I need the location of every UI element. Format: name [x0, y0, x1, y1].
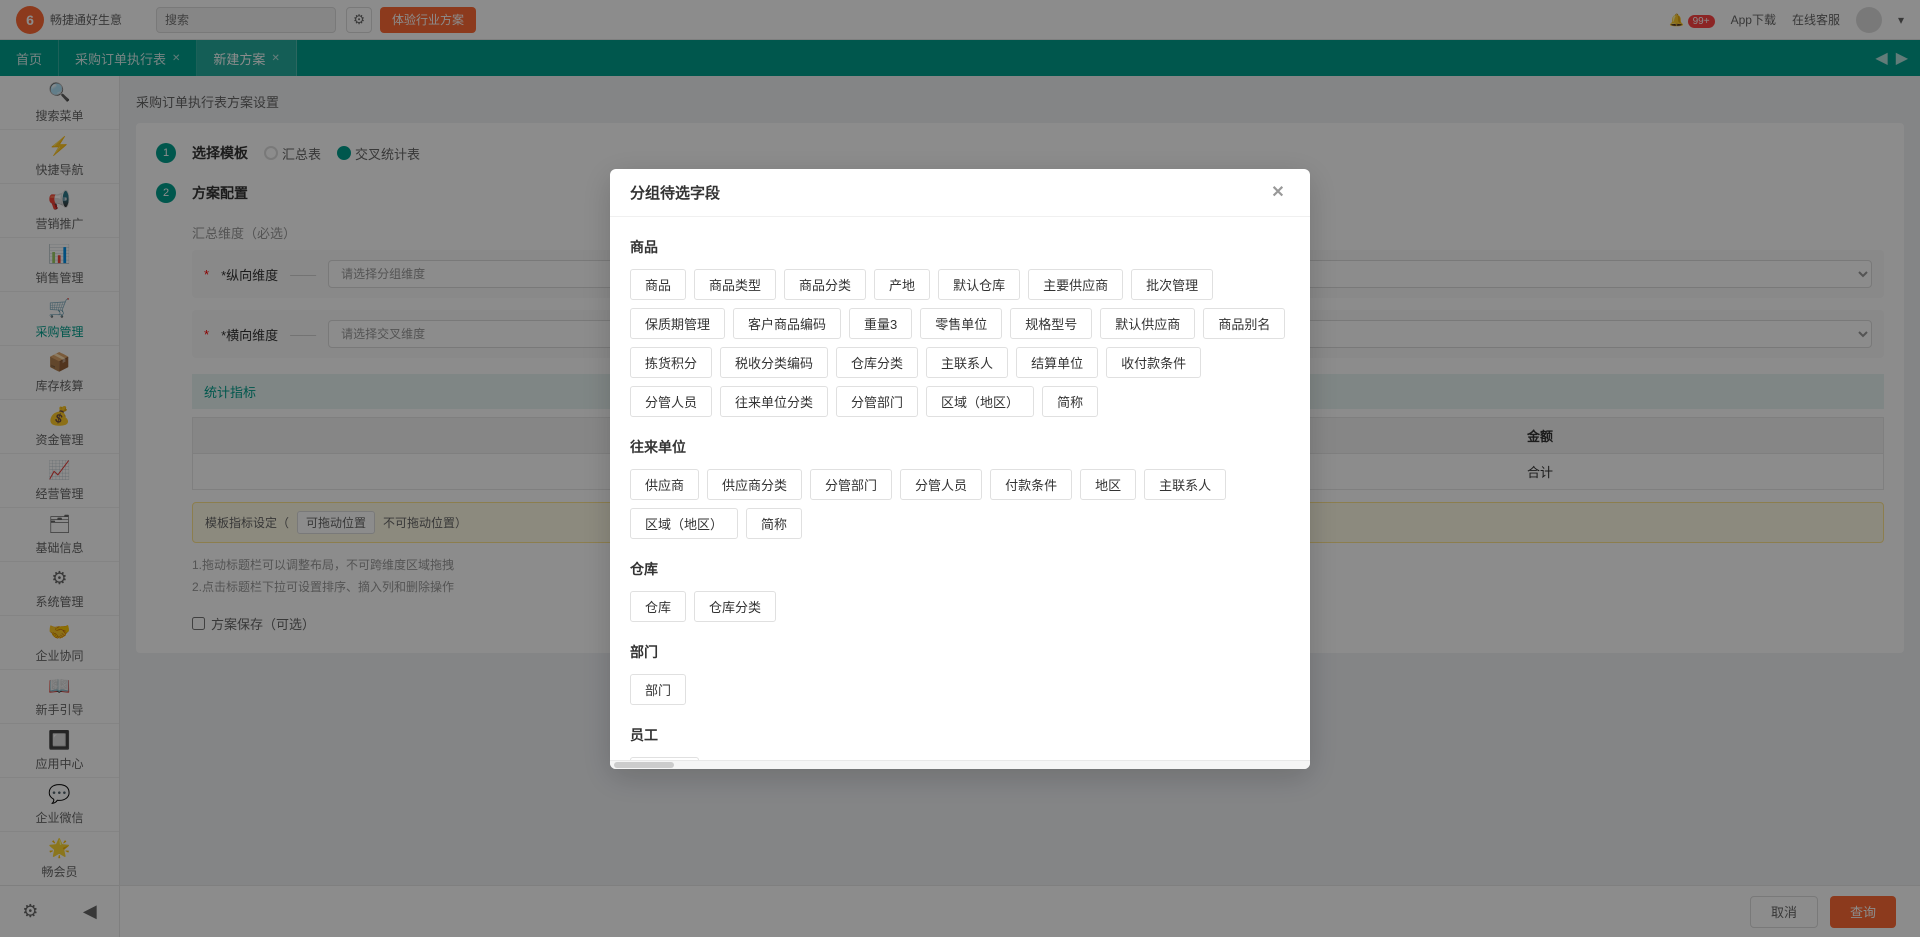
modal-title: 分组待选字段	[630, 182, 720, 203]
field-tag-1-4[interactable]: 付款条件	[990, 469, 1072, 500]
field-tag-1-1[interactable]: 供应商分类	[707, 469, 802, 500]
field-tag-0-23[interactable]: 区域（地区）	[926, 386, 1034, 417]
field-tag-0-4[interactable]: 默认仓库	[938, 269, 1020, 300]
field-tag-1-7[interactable]: 区域（地区）	[630, 508, 738, 539]
hscroll-bar	[614, 762, 674, 768]
field-tag-0-8[interactable]: 客户商品编码	[733, 308, 841, 339]
field-tag-1-6[interactable]: 主联系人	[1144, 469, 1226, 500]
field-tag-0-3[interactable]: 产地	[874, 269, 930, 300]
modal-header: 分组待选字段 ✕	[610, 169, 1310, 217]
modal: 分组待选字段 ✕ 商品商品商品类型商品分类产地默认仓库主要供应商批次管理保质期管…	[610, 169, 1310, 769]
modal-close-button[interactable]: ✕	[1266, 180, 1290, 204]
field-tag-0-16[interactable]: 仓库分类	[836, 347, 918, 378]
field-tag-1-8[interactable]: 简称	[746, 508, 802, 539]
field-category-title-3: 部门	[630, 642, 1290, 662]
field-category-title-1: 往来单位	[630, 437, 1290, 457]
field-category-title-0: 商品	[630, 237, 1290, 257]
field-category-title-2: 仓库	[630, 559, 1290, 579]
field-tags-3: 部门	[630, 674, 1290, 705]
field-category-0: 商品商品商品类型商品分类产地默认仓库主要供应商批次管理保质期管理客户商品编码重量…	[630, 237, 1290, 417]
field-tag-0-9[interactable]: 重量3	[849, 308, 912, 339]
field-category-title-4: 员工	[630, 725, 1290, 745]
field-tag-0-20[interactable]: 分管人员	[630, 386, 712, 417]
field-tag-0-17[interactable]: 主联系人	[926, 347, 1008, 378]
field-category-1: 往来单位供应商供应商分类分管部门分管人员付款条件地区主联系人区域（地区） 简称	[630, 437, 1290, 539]
field-category-3: 部门部门	[630, 642, 1290, 705]
field-tag-0-19[interactable]: 收付款条件	[1106, 347, 1201, 378]
field-tag-0-21[interactable]: 往来单位分类	[720, 386, 828, 417]
field-tag-0-0[interactable]: 商品	[630, 269, 686, 300]
field-tags-2: 仓库仓库分类	[630, 591, 1290, 622]
field-tag-0-24[interactable]: 简称	[1042, 386, 1098, 417]
field-tag-3-0[interactable]: 部门	[630, 674, 686, 705]
field-tag-0-7[interactable]: 保质期管理	[630, 308, 725, 339]
field-tag-1-5[interactable]: 地区	[1080, 469, 1136, 500]
field-tag-2-0[interactable]: 仓库	[630, 591, 686, 622]
field-tag-0-15[interactable]: 税收分类编码	[720, 347, 828, 378]
field-tag-0-1[interactable]: 商品类型	[694, 269, 776, 300]
field-tags-1: 供应商供应商分类分管部门分管人员付款条件地区主联系人区域（地区） 简称	[630, 469, 1290, 539]
field-tag-1-2[interactable]: 分管部门	[810, 469, 892, 500]
field-tag-1-3[interactable]: 分管人员	[900, 469, 982, 500]
field-tag-0-12[interactable]: 默认供应商	[1100, 308, 1195, 339]
field-category-2: 仓库仓库仓库分类	[630, 559, 1290, 622]
field-tags-0: 商品商品类型商品分类产地默认仓库主要供应商批次管理保质期管理客户商品编码重量3 零…	[630, 269, 1290, 417]
modal-overlay: 分组待选字段 ✕ 商品商品商品类型商品分类产地默认仓库主要供应商批次管理保质期管…	[0, 0, 1920, 937]
field-tag-0-18[interactable]: 结算单位	[1016, 347, 1098, 378]
field-tag-0-5[interactable]: 主要供应商	[1028, 269, 1123, 300]
field-category-4: 员工业务员	[630, 725, 1290, 760]
modal-hscroll[interactable]	[610, 760, 1310, 769]
field-tag-1-0[interactable]: 供应商	[630, 469, 699, 500]
field-tag-0-6[interactable]: 批次管理	[1131, 269, 1213, 300]
field-tag-2-1[interactable]: 仓库分类	[694, 591, 776, 622]
field-tag-0-2[interactable]: 商品分类	[784, 269, 866, 300]
field-tag-0-10[interactable]: 零售单位	[920, 308, 1002, 339]
field-tag-0-13[interactable]: 商品别名	[1203, 308, 1285, 339]
field-tag-0-11[interactable]: 规格型号	[1010, 308, 1092, 339]
field-tag-0-14[interactable]: 拣货积分	[630, 347, 712, 378]
modal-body: 商品商品商品类型商品分类产地默认仓库主要供应商批次管理保质期管理客户商品编码重量…	[610, 217, 1310, 760]
field-tag-0-22[interactable]: 分管部门	[836, 386, 918, 417]
